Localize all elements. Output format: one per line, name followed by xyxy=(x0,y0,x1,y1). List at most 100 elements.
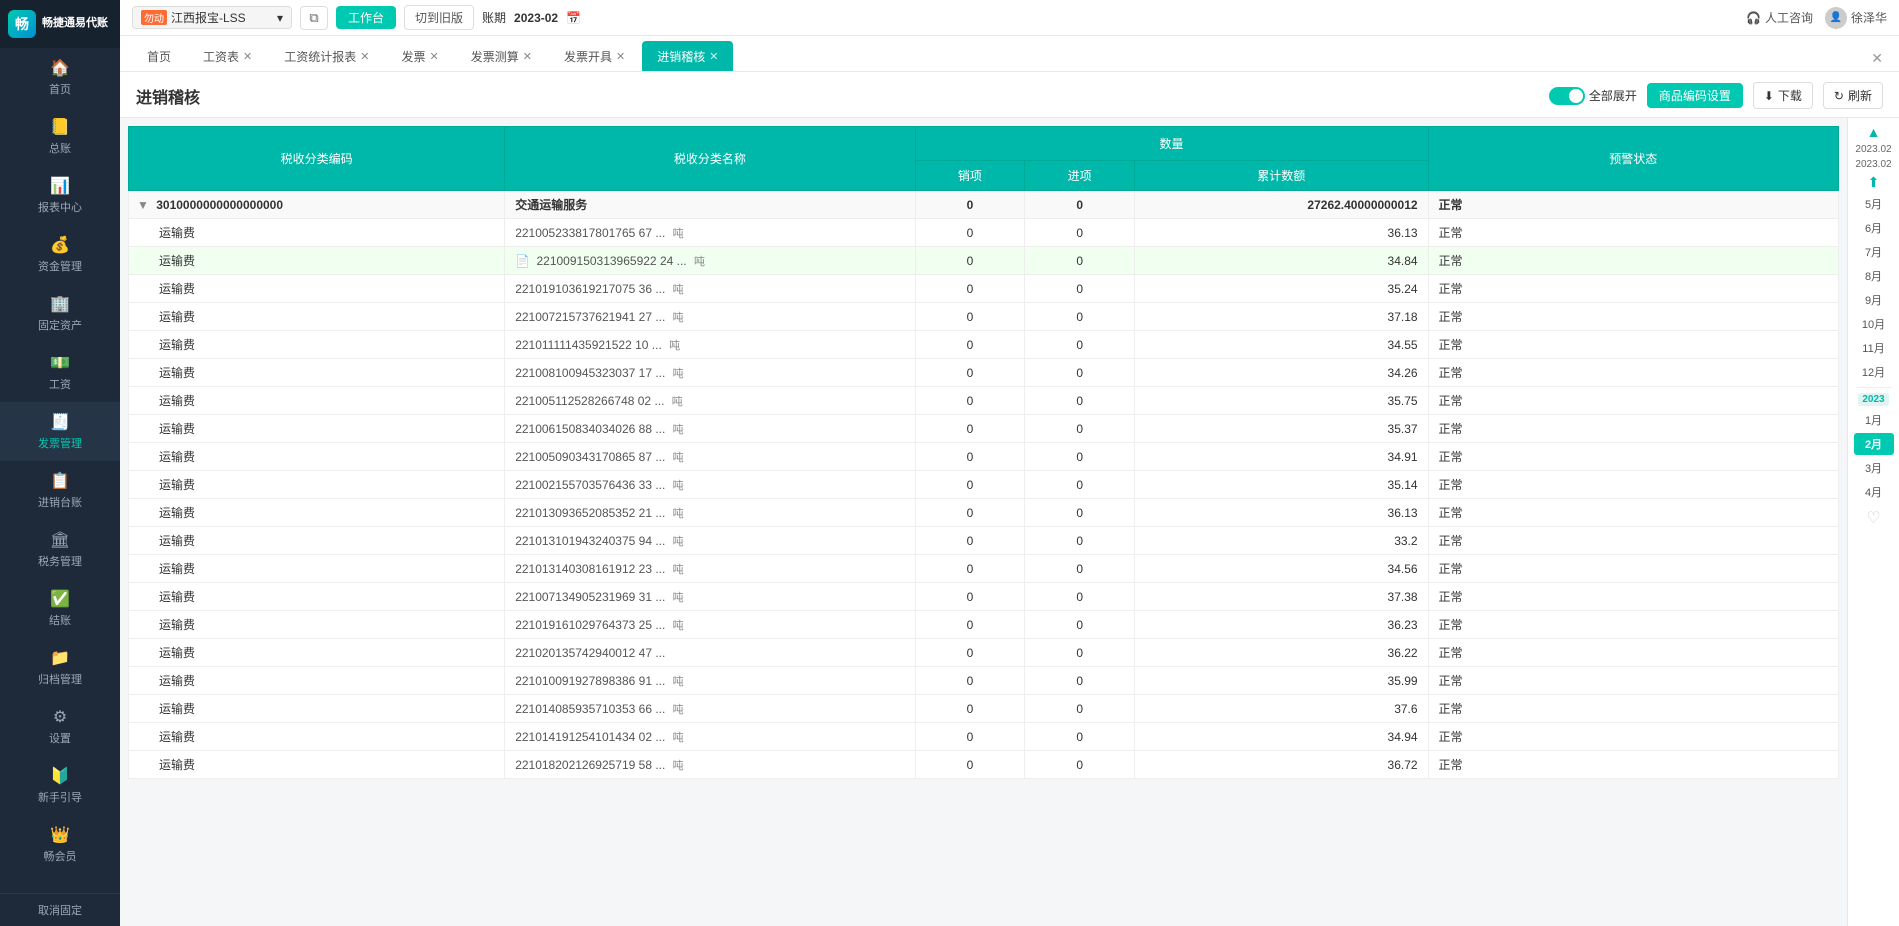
cal-month-6[interactable]: 6月 xyxy=(1854,217,1894,239)
tab-sales-audit[interactable]: 进销稽核 ✕ xyxy=(642,41,733,71)
tab-home[interactable]: 首页 xyxy=(132,41,186,71)
sidebar-item-member[interactable]: 👑 畅会员 xyxy=(0,815,120,874)
tab-salary-table[interactable]: 工资表 ✕ xyxy=(188,41,267,71)
tab-close-icon[interactable]: ✕ xyxy=(430,50,439,63)
expand-switch[interactable] xyxy=(1549,87,1585,105)
sidebar-item-tax[interactable]: 🏛 税务管理 xyxy=(0,520,120,579)
table-row[interactable]: 运输费 221002155703576436 33 ... 吨 0 0 35.1… xyxy=(129,471,1839,499)
sidebar-item-assets[interactable]: 🏢 固定资产 xyxy=(0,284,120,343)
unpin-button[interactable]: 取消固定 xyxy=(0,893,120,926)
tab-close-icon[interactable]: ✕ xyxy=(523,50,532,63)
table-row[interactable]: 运输费 221005090343170865 87 ... 吨 0 0 34.9… xyxy=(129,443,1839,471)
top-bar: 勿动 江西报宝-LSS ▾ ⧉ 工作台 切到旧版 账期 2023-02 📅 🎧 … xyxy=(120,0,1899,36)
download-button[interactable]: ⬇ 下载 xyxy=(1753,82,1813,109)
calendar-up-nav[interactable]: ▲ xyxy=(1860,122,1888,142)
sale-cell: 0 xyxy=(915,443,1025,471)
sidebar-item-salary[interactable]: 💵 工资 xyxy=(0,343,120,402)
switch-version-button[interactable]: 切到旧版 xyxy=(404,5,474,30)
cal-month-7[interactable]: 7月 xyxy=(1854,241,1894,263)
table-row[interactable]: 运输费 221014085935710353 66 ... 吨 0 0 37.6… xyxy=(129,695,1839,723)
calendar-up-btn[interactable]: ⬆ xyxy=(1860,172,1888,192)
tab-close-icon[interactable]: ✕ xyxy=(243,50,252,63)
tab-close-icon[interactable]: ✕ xyxy=(360,50,369,63)
cal-month-2-current[interactable]: 2月 xyxy=(1854,433,1894,455)
tab-close-icon[interactable]: ✕ xyxy=(616,50,625,63)
product-code-settings-button[interactable]: 商品编码设置 xyxy=(1647,83,1743,108)
cal-month-5[interactable]: 5月 xyxy=(1854,193,1894,215)
sidebar-item-close[interactable]: ✅ 结账 xyxy=(0,579,120,638)
calendar-heart-icon[interactable]: ♡ xyxy=(1862,504,1884,532)
cal-month-4[interactable]: 4月 xyxy=(1854,481,1894,503)
invoice-cell: 221005233817801765 67 ... 吨 xyxy=(505,219,915,247)
table-row[interactable]: 运输费 221019103619217075 36 ... 吨 0 0 35.2… xyxy=(129,275,1839,303)
table-row[interactable]: 运输费 221020135742940012 47 ... 0 0 36.22 … xyxy=(129,639,1839,667)
table-row[interactable]: 运输费 221008100945323037 17 ... 吨 0 0 34.2… xyxy=(129,359,1839,387)
cal-year-label-1: 2023.02 xyxy=(1855,142,1891,157)
cal-month-12[interactable]: 12月 xyxy=(1854,361,1894,383)
sidebar-item-reports[interactable]: 📊 报表中心 xyxy=(0,166,120,225)
workbench-button[interactable]: 工作台 xyxy=(336,6,396,29)
tab-invoice[interactable]: 发票 ✕ xyxy=(386,41,453,71)
status-cell: 正常 xyxy=(1428,667,1838,695)
sidebar-item-settings[interactable]: ⚙ 设置 xyxy=(0,697,120,756)
table-row[interactable]: 运输费 221013093652085352 21 ... 吨 0 0 36.1… xyxy=(129,499,1839,527)
cal-month-1[interactable]: 1月 xyxy=(1854,409,1894,431)
invoice-cell: 📄 221009150313965922 24 ... 吨 xyxy=(505,247,915,275)
sidebar-item-funds[interactable]: 💰 资金管理 xyxy=(0,225,120,284)
status-cell: 正常 xyxy=(1428,191,1838,219)
tab-invoice-issue[interactable]: 发票开具 ✕ xyxy=(549,41,640,71)
cal-month-11[interactable]: 11月 xyxy=(1854,337,1894,359)
tab-label: 发票开具 xyxy=(564,48,612,65)
invoice-cell: 221014191254101434 02 ... 吨 xyxy=(505,723,915,751)
col-tax-name-header: 税收分类名称 xyxy=(505,127,915,191)
col-purchase-header: 进项 xyxy=(1025,161,1135,191)
sub-name-cell: 运输费 xyxy=(129,527,505,555)
table-row[interactable]: 运输费 221010091927898386 91 ... 吨 0 0 35.9… xyxy=(129,667,1839,695)
invoice-cell: 221014085935710353 66 ... 吨 xyxy=(505,695,915,723)
home-icon: 🏠 xyxy=(50,58,70,78)
cumulative-cell: 34.91 xyxy=(1135,443,1429,471)
table-row[interactable]: 运输费 📄 221009150313965922 24 ... 吨 0 0 34… xyxy=(129,247,1839,275)
sidebar-item-sales[interactable]: 📋 进销台账 xyxy=(0,461,120,520)
table-row[interactable]: 运输费 221019161029764373 25 ... 吨 0 0 36.2… xyxy=(129,611,1839,639)
table-row[interactable]: 运输费 221007134905231969 31 ... 吨 0 0 37.3… xyxy=(129,583,1839,611)
copy-button[interactable]: ⧉ xyxy=(300,6,328,30)
table-row[interactable]: 运输费 221005233817801765 67 ... 吨 0 0 36.1… xyxy=(129,219,1839,247)
tab-invoice-calc[interactable]: 发票测算 ✕ xyxy=(456,41,547,71)
support-button[interactable]: 🎧 人工咨询 xyxy=(1746,9,1813,26)
sale-cell: 0 xyxy=(915,555,1025,583)
refresh-button[interactable]: ↻ 刷新 xyxy=(1823,82,1883,109)
tax-name-cell: 交通运输服务 xyxy=(505,191,915,219)
purchase-cell: 0 xyxy=(1025,639,1135,667)
table-row[interactable]: 运输费 221014191254101434 02 ... 吨 0 0 34.9… xyxy=(129,723,1839,751)
table-row[interactable]: 运输费 221006150834034026 88 ... 吨 0 0 35.3… xyxy=(129,415,1839,443)
table-row[interactable]: 运输费 221005112528266748 02 ... 吨 0 0 35.7… xyxy=(129,387,1839,415)
tab-label: 进销稽核 xyxy=(657,48,705,65)
tab-label: 工资统计报表 xyxy=(284,48,356,65)
close-all-icon[interactable]: ✕ xyxy=(1867,46,1887,71)
app-logo: 畅 畅捷通易代账 xyxy=(0,0,120,48)
table-row[interactable]: 运输费 221013140308161912 23 ... 吨 0 0 34.5… xyxy=(129,555,1839,583)
sidebar-item-ledger[interactable]: 📒 总账 xyxy=(0,107,120,166)
cal-month-10[interactable]: 10月 xyxy=(1854,313,1894,335)
cal-month-8[interactable]: 8月 xyxy=(1854,265,1894,287)
sale-cell: 0 xyxy=(915,667,1025,695)
cumulative-cell: 37.6 xyxy=(1135,695,1429,723)
user-info[interactable]: 👤 徐泽华 xyxy=(1825,7,1887,29)
tab-close-icon[interactable]: ✕ xyxy=(709,50,718,63)
table-row[interactable]: 运输费 221013101943240375 94 ... 吨 0 0 33.2… xyxy=(129,527,1839,555)
cal-month-3[interactable]: 3月 xyxy=(1854,457,1894,479)
calendar-icon[interactable]: 📅 xyxy=(566,11,581,25)
table-row[interactable]: 运输费 221007215737621941 27 ... 吨 0 0 37.1… xyxy=(129,303,1839,331)
sidebar-item-archive[interactable]: 📁 归档管理 xyxy=(0,638,120,697)
table-row[interactable]: ▼ 3010000000000000000 交通运输服务 0 0 27262.4… xyxy=(129,191,1839,219)
sidebar-item-home[interactable]: 🏠 首页 xyxy=(0,48,120,107)
page-title: 进销稽核 xyxy=(136,84,200,108)
sidebar-item-invoice[interactable]: 🧾 发票管理 xyxy=(0,402,120,461)
company-selector[interactable]: 勿动 江西报宝-LSS ▾ xyxy=(132,6,292,29)
tab-salary-report[interactable]: 工资统计报表 ✕ xyxy=(269,41,384,71)
sidebar-item-guide[interactable]: 🔰 新手引导 xyxy=(0,756,120,815)
cal-month-9[interactable]: 9月 xyxy=(1854,289,1894,311)
table-row[interactable]: 运输费 221018202126925719 58 ... 吨 0 0 36.7… xyxy=(129,751,1839,779)
table-row[interactable]: 运输费 221011111435921522 10 ... 吨 0 0 34.5… xyxy=(129,331,1839,359)
